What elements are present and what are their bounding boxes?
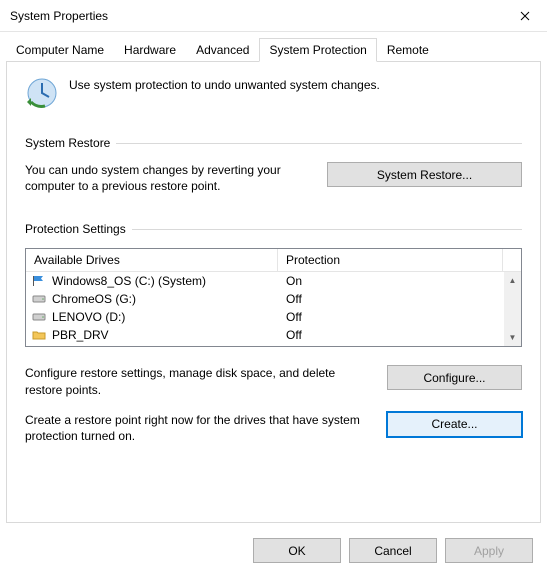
table-row[interactable]: Windows8_OS (C:) (System)On bbox=[26, 272, 521, 290]
configure-row: Configure restore settings, manage disk … bbox=[25, 365, 522, 397]
drive-name: Windows8_OS (C:) (System) bbox=[46, 274, 278, 288]
section-system-restore: System Restore bbox=[25, 136, 522, 150]
tab-advanced[interactable]: Advanced bbox=[186, 38, 259, 62]
drive-icon bbox=[26, 329, 46, 341]
table-row[interactable]: ChromeOS (G:)Off bbox=[26, 290, 521, 308]
dialog-footer: OK Cancel Apply bbox=[0, 530, 547, 575]
scrollbar[interactable]: ▲ ▼ bbox=[504, 272, 521, 346]
drives-list: Available Drives Protection Windows8_OS … bbox=[25, 248, 522, 347]
close-button[interactable] bbox=[502, 0, 547, 32]
drives-body: Windows8_OS (C:) (System)OnChromeOS (G:)… bbox=[26, 272, 521, 346]
section-label: System Restore bbox=[25, 136, 110, 150]
section-label: Protection Settings bbox=[25, 222, 126, 236]
tab-panel-system-protection: Use system protection to undo unwanted s… bbox=[6, 61, 541, 523]
scroll-track[interactable] bbox=[504, 289, 521, 329]
tab-computer-name[interactable]: Computer Name bbox=[6, 38, 114, 62]
window-title: System Properties bbox=[10, 9, 502, 23]
intro-row: Use system protection to undo unwanted s… bbox=[25, 76, 522, 110]
create-row: Create a restore point right now for the… bbox=[25, 412, 522, 444]
tab-system-protection[interactable]: System Protection bbox=[259, 38, 376, 62]
drive-protection: Off bbox=[278, 310, 521, 324]
intro-text: Use system protection to undo unwanted s… bbox=[69, 76, 380, 92]
tab-remote[interactable]: Remote bbox=[377, 38, 439, 62]
divider bbox=[132, 229, 522, 230]
configure-text: Configure restore settings, manage disk … bbox=[25, 365, 367, 397]
ok-button[interactable]: OK bbox=[253, 538, 341, 563]
scroll-up-icon[interactable]: ▲ bbox=[504, 272, 521, 289]
drive-icon bbox=[26, 311, 46, 323]
system-restore-button[interactable]: System Restore... bbox=[327, 162, 522, 187]
drive-protection: Off bbox=[278, 328, 521, 342]
drives-header: Available Drives Protection bbox=[26, 249, 521, 272]
drive-name: ChromeOS (G:) bbox=[46, 292, 278, 306]
column-available-drives[interactable]: Available Drives bbox=[26, 249, 278, 271]
create-button[interactable]: Create... bbox=[387, 412, 522, 437]
drive-icon bbox=[26, 275, 46, 287]
drive-protection: Off bbox=[278, 292, 521, 306]
column-scroll-spacer bbox=[503, 249, 521, 271]
apply-button[interactable]: Apply bbox=[445, 538, 533, 563]
system-protection-icon bbox=[25, 76, 59, 110]
cancel-button[interactable]: Cancel bbox=[349, 538, 437, 563]
titlebar: System Properties bbox=[0, 0, 547, 32]
divider bbox=[116, 143, 522, 144]
tab-strip: Computer Name Hardware Advanced System P… bbox=[0, 32, 547, 62]
tab-hardware[interactable]: Hardware bbox=[114, 38, 186, 62]
table-row[interactable]: LENOVO (D:)Off bbox=[26, 308, 521, 326]
system-restore-row: You can undo system changes by reverting… bbox=[25, 162, 522, 194]
drive-protection: On bbox=[278, 274, 521, 288]
configure-button[interactable]: Configure... bbox=[387, 365, 522, 390]
create-text: Create a restore point right now for the… bbox=[25, 412, 367, 444]
table-row[interactable]: PBR_DRVOff bbox=[26, 326, 521, 344]
drive-icon bbox=[26, 293, 46, 305]
drive-name: PBR_DRV bbox=[46, 328, 278, 342]
section-protection-settings: Protection Settings bbox=[25, 222, 522, 236]
drive-name: LENOVO (D:) bbox=[46, 310, 278, 324]
system-restore-text: You can undo system changes by reverting… bbox=[25, 162, 307, 194]
scroll-down-icon[interactable]: ▼ bbox=[504, 329, 521, 346]
close-icon bbox=[520, 11, 530, 21]
column-protection[interactable]: Protection bbox=[278, 249, 503, 271]
